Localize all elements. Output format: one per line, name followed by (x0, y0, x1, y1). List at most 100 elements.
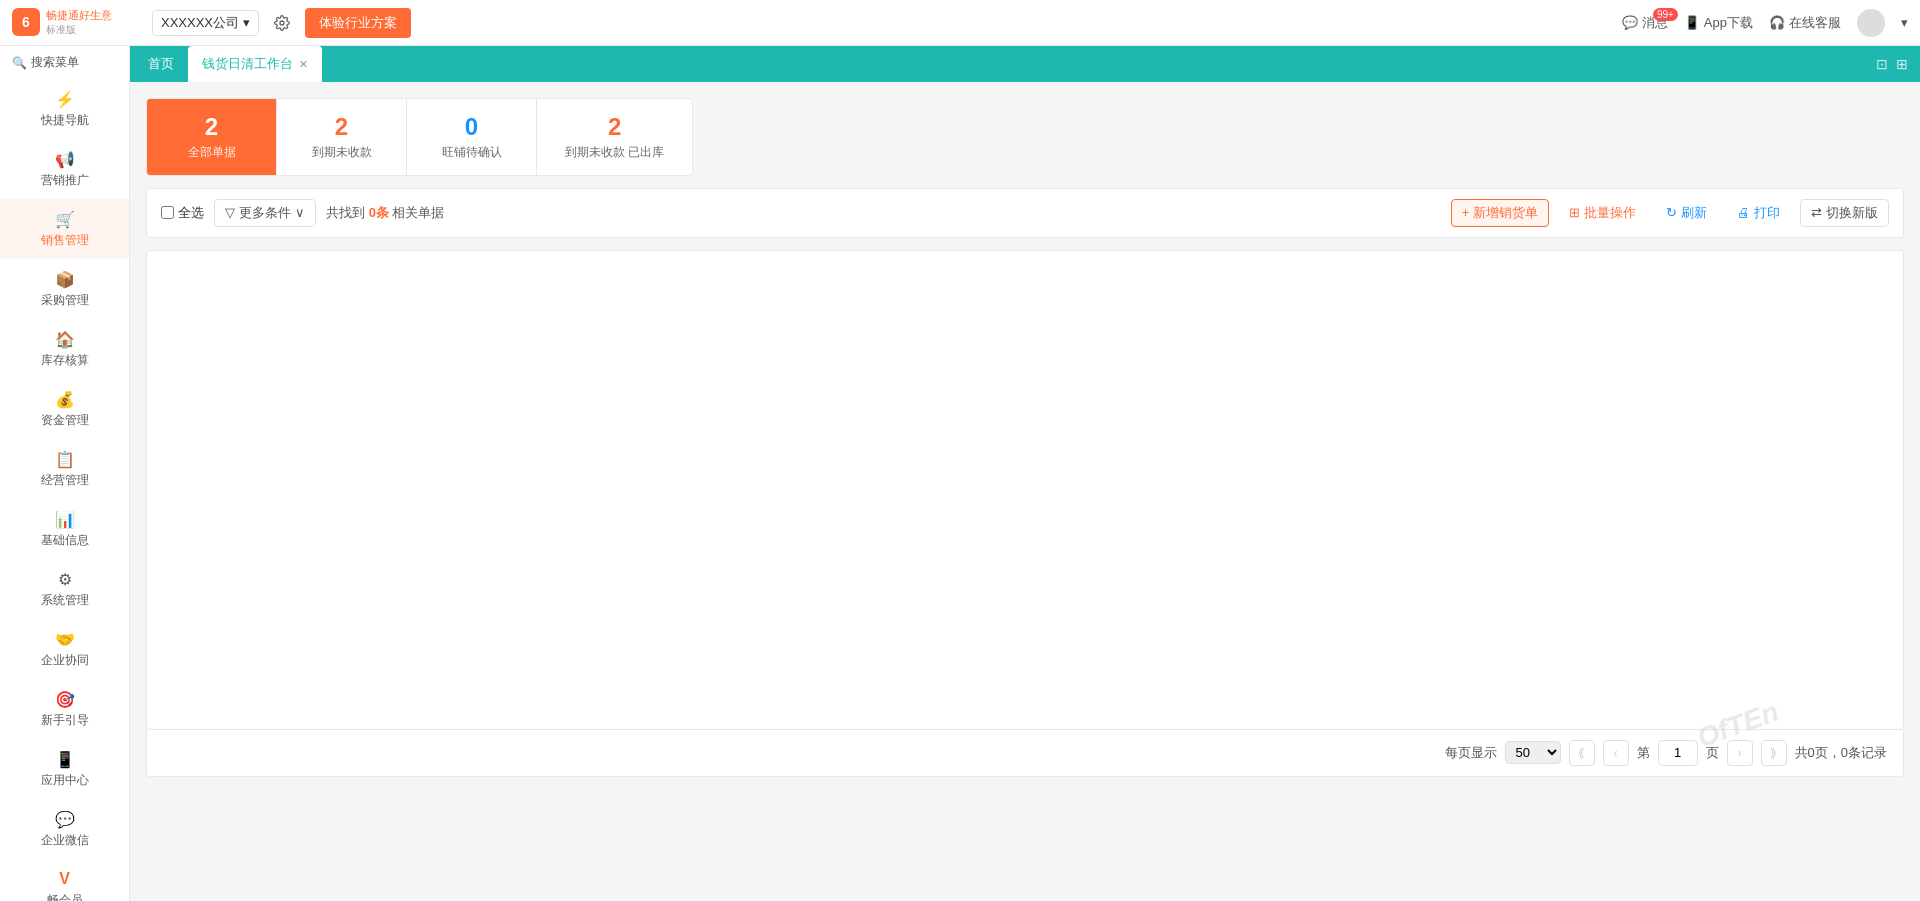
stat-label-shipped: 到期未收款 已出库 (565, 144, 664, 161)
stat-card-all[interactable]: 2 全部单据 (147, 99, 277, 175)
found-prefix: 共找到 (326, 205, 365, 220)
sidebar-label-sales: 销售管理 (41, 232, 89, 249)
stat-card-overdue[interactable]: 2 到期未收款 (277, 99, 407, 175)
switch-label: 切换新版 (1826, 204, 1878, 222)
sidebar-item-cooperation[interactable]: 🤝 企业协同 (0, 619, 129, 679)
new-order-button[interactable]: + 新增销货单 (1451, 199, 1549, 227)
filter-icon: ▽ (225, 205, 235, 220)
toolbar: 全选 ▽ 更多条件 ∨ 共找到 0条 相关单据 + 新增销货单 ⊞ 批量操作 ↻… (146, 188, 1904, 238)
print-icon: 🖨 (1737, 205, 1750, 220)
avatar[interactable] (1857, 9, 1885, 37)
next-page-button[interactable]: › (1727, 740, 1753, 766)
sidebar: 🔍 搜索菜单 ⚡ 快捷导航 📢 营销推广 🛒 销售管理 📦 采购管理 🏠 库存核… (0, 0, 130, 901)
sidebar-item-operation[interactable]: 📋 经营管理 (0, 439, 129, 499)
sidebar-label-basic-info: 基础信息 (41, 532, 89, 549)
sidebar-label-operation: 经营管理 (41, 472, 89, 489)
sidebar-item-weixin[interactable]: 💬 企业微信 (0, 799, 129, 859)
minimize-icon[interactable]: ⊡ (1876, 56, 1888, 72)
online-service-button[interactable]: 🎧 在线客服 (1769, 14, 1841, 32)
stat-card-pending[interactable]: 0 旺铺待确认 (407, 99, 537, 175)
svg-point-0 (280, 21, 284, 25)
operation-icon: 📋 (55, 449, 75, 469)
tab-home[interactable]: 首页 (134, 46, 188, 82)
refresh-label: 刷新 (1681, 204, 1707, 222)
sidebar-item-quick-nav[interactable]: ⚡ 快捷导航 (0, 79, 129, 139)
batch-operation-button[interactable]: ⊞ 批量操作 (1559, 200, 1646, 226)
chevron-down-icon: ▾ (243, 15, 250, 30)
search-menu-label: 搜索菜单 (31, 54, 79, 71)
sidebar-label-guide: 新手引导 (41, 712, 89, 729)
filter-button[interactable]: ▽ 更多条件 ∨ (214, 199, 316, 227)
sidebar-label-purchase: 采购管理 (41, 292, 89, 309)
sidebar-label-system: 系统管理 (41, 592, 89, 609)
toolbar-left: 全选 ▽ 更多条件 ∨ 共找到 0条 相关单据 (161, 199, 1441, 227)
sidebar-item-app-center[interactable]: 📱 应用中心 (0, 739, 129, 799)
sidebar-label-vip: 畅会员 (47, 892, 83, 901)
logo-area: 6 畅捷通好生意 标准版 (12, 8, 142, 36)
print-label: 打印 (1754, 204, 1780, 222)
sidebar-item-inventory[interactable]: 🏠 库存核算 (0, 319, 129, 379)
found-suffix: 相关单据 (392, 205, 444, 220)
filter-chevron-icon: ∨ (295, 205, 305, 220)
company-selector[interactable]: XXXXXX公司 ▾ (152, 10, 259, 36)
maximize-icon[interactable]: ⊞ (1896, 56, 1908, 72)
last-page-button[interactable]: ⟫ (1761, 740, 1787, 766)
total-text: 共0页，0条记录 (1795, 744, 1887, 762)
message-icon: 💬 (1622, 15, 1638, 30)
sidebar-item-finance[interactable]: 💰 资金管理 (0, 379, 129, 439)
system-icon: ⚙ (55, 569, 75, 589)
basic-info-icon: 📊 (55, 509, 75, 529)
company-name: XXXXXX公司 (161, 14, 239, 32)
online-service-label: 在线客服 (1789, 14, 1841, 32)
weixin-icon: 💬 (55, 809, 75, 829)
first-page-button[interactable]: ⟪ (1569, 740, 1595, 766)
app-download-button[interactable]: 📱 App下载 (1684, 14, 1753, 32)
found-text: 共找到 0条 相关单据 (326, 204, 444, 222)
page-label: 第 (1637, 744, 1650, 762)
stat-card-shipped[interactable]: 2 到期未收款 已出库 (537, 99, 692, 175)
user-menu-button[interactable]: ▾ (1901, 15, 1908, 30)
sidebar-item-vip[interactable]: V 畅会员 (0, 859, 129, 901)
refresh-button[interactable]: ↻ 刷新 (1656, 200, 1717, 226)
top-header: 6 畅捷通好生意 标准版 XXXXXX公司 ▾ 体验行业方案 💬 消息 99+ … (0, 0, 1920, 46)
vip-icon: V (55, 869, 75, 889)
nav-tab-actions: ⊡ ⊞ (1876, 56, 1916, 72)
stat-number-pending: 0 (435, 113, 508, 142)
toolbar-right: + 新增销货单 ⊞ 批量操作 ↻ 刷新 🖨 打印 ⇄ 切换新版 (1451, 199, 1889, 227)
quick-nav-icon: ⚡ (55, 89, 75, 109)
app-center-icon: 📱 (55, 749, 75, 769)
sidebar-item-sales[interactable]: 🛒 销售管理 (0, 199, 129, 259)
stat-number-shipped: 2 (565, 113, 664, 142)
sidebar-item-purchase[interactable]: 📦 采购管理 (0, 259, 129, 319)
batch-icon: ⊞ (1569, 205, 1580, 220)
tab-close-icon[interactable]: ✕ (299, 58, 308, 71)
stat-label-all: 全部单据 (175, 144, 248, 161)
sidebar-item-marketing[interactable]: 📢 营销推广 (0, 139, 129, 199)
header-right: 💬 消息 99+ 📱 App下载 🎧 在线客服 ▾ (1622, 9, 1908, 37)
select-all-checkbox[interactable]: 全选 (161, 204, 204, 222)
tab-work[interactable]: 钱货日清工作台 ✕ (188, 46, 322, 82)
sidebar-item-basic-info[interactable]: 📊 基础信息 (0, 499, 129, 559)
tab-home-label: 首页 (148, 55, 174, 73)
page-number-input[interactable] (1658, 740, 1698, 766)
switch-version-button[interactable]: ⇄ 切换新版 (1800, 199, 1889, 227)
prev-page-button[interactable]: ‹ (1603, 740, 1629, 766)
batch-label: 批量操作 (1584, 204, 1636, 222)
stat-label-pending: 旺铺待确认 (435, 144, 508, 161)
settings-button[interactable] (267, 8, 297, 38)
purchase-icon: 📦 (55, 269, 75, 289)
sidebar-item-system[interactable]: ⚙ 系统管理 (0, 559, 129, 619)
sales-icon: 🛒 (55, 209, 75, 229)
page-size-select[interactable]: 10 20 50 100 (1505, 741, 1561, 764)
guide-icon: 🎯 (55, 689, 75, 709)
sidebar-item-guide[interactable]: 🎯 新手引导 (0, 679, 129, 739)
found-count: 0条 (369, 205, 389, 220)
print-button[interactable]: 🖨 打印 (1727, 200, 1790, 226)
industry-button[interactable]: 体验行业方案 (305, 8, 411, 38)
sidebar-search[interactable]: 🔍 搜索菜单 (0, 46, 129, 79)
message-button[interactable]: 💬 消息 99+ (1622, 14, 1668, 32)
sidebar-label-finance: 资金管理 (41, 412, 89, 429)
select-all-input[interactable] (161, 206, 174, 219)
main-content: 2 全部单据 2 到期未收款 0 旺铺待确认 2 到期未收款 已出库 全选 ▽ … (130, 82, 1920, 901)
empty-state (147, 251, 1903, 729)
